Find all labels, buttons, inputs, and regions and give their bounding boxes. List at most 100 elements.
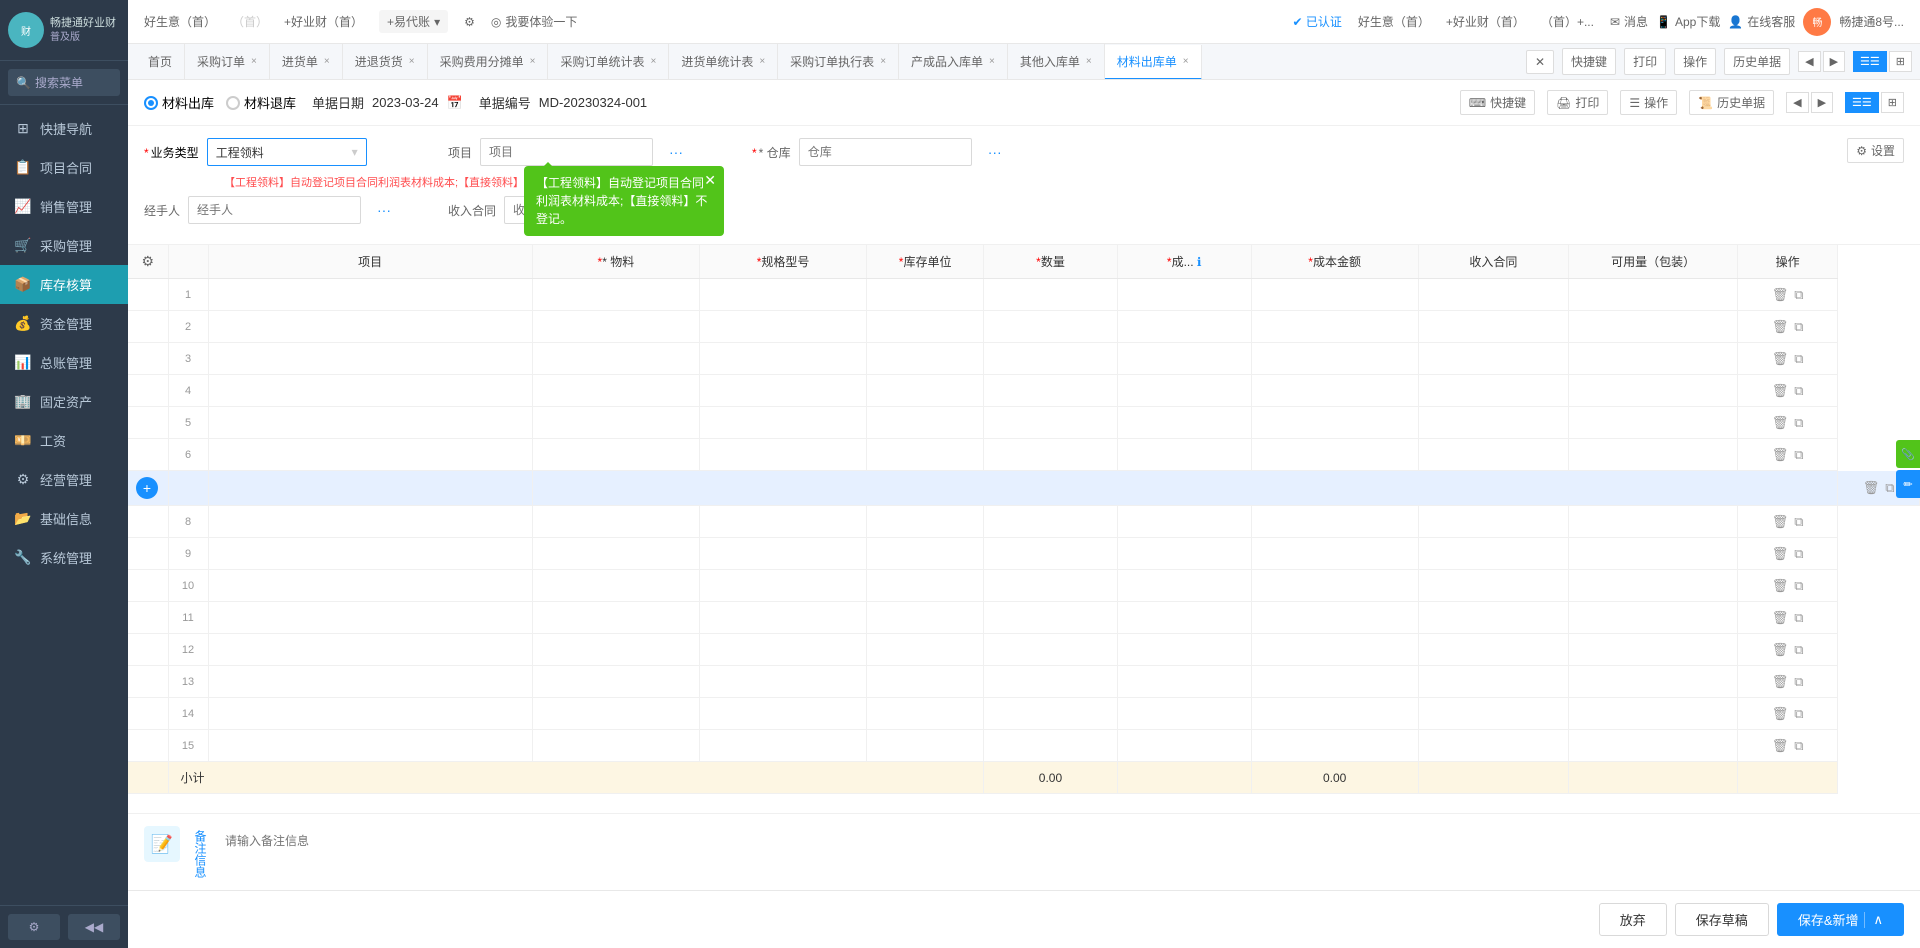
tab-purchase-fee[interactable]: 采购费用分摊单 × xyxy=(428,44,549,79)
row-delete-icon[interactable]: 🗑 xyxy=(1772,514,1789,530)
row-delete-icon[interactable]: 🗑 xyxy=(1772,706,1789,722)
topbar-right-nav2[interactable]: +好业财（首） xyxy=(1446,13,1525,30)
row-qty[interactable] xyxy=(984,439,1118,471)
cost-info-icon[interactable]: ℹ xyxy=(1197,255,1202,269)
sidebar-item-fixed-assets[interactable]: 🏢 固定资产 xyxy=(0,382,128,421)
tab-purchase-fee-close[interactable]: × xyxy=(530,56,536,67)
save-draft-button[interactable]: 保存草稿 xyxy=(1675,903,1769,936)
row-unit[interactable] xyxy=(867,375,984,407)
topbar-experience-btn[interactable]: ◎ 我要体验一下 xyxy=(491,13,578,30)
topbar-right-nav1[interactable]: 好生意（首） xyxy=(1358,13,1430,30)
row-available[interactable] xyxy=(1569,279,1738,311)
header-list-view-btn[interactable]: ☰☰ xyxy=(1845,92,1879,113)
row-copy-icon[interactable]: ⧉ xyxy=(1794,447,1803,463)
row-material[interactable] xyxy=(532,506,699,538)
sidebar-item-sales[interactable]: 📈 销售管理 xyxy=(0,187,128,226)
row-cost-amount[interactable] xyxy=(1251,570,1418,602)
prev-doc-btn[interactable]: ◀ xyxy=(1798,51,1820,72)
row-qty[interactable] xyxy=(984,634,1118,666)
row-unit[interactable] xyxy=(867,439,984,471)
col-header-settings[interactable]: ⚙ xyxy=(128,245,168,279)
username-label[interactable]: 畅捷通8号... xyxy=(1839,13,1904,30)
col-settings-gear-icon[interactable]: ⚙ xyxy=(141,253,154,269)
row-income[interactable] xyxy=(1418,311,1568,343)
row-cost[interactable] xyxy=(1117,634,1251,666)
row-spec[interactable] xyxy=(699,698,866,730)
table-container[interactable]: ⚙ 项目 ** 物料 *规格型号 xyxy=(128,245,1920,813)
row-cost[interactable] xyxy=(1117,439,1251,471)
row-delete-icon[interactable]: 🗑 xyxy=(1772,546,1789,562)
row-available[interactable] xyxy=(1569,570,1738,602)
user-avatar[interactable]: 畅 xyxy=(1803,8,1831,36)
row-cost[interactable] xyxy=(1117,311,1251,343)
tab-purchase-in-close[interactable]: × xyxy=(324,56,330,67)
operation-header-btn[interactable]: ☰ 操作 xyxy=(1620,90,1677,115)
row-spec[interactable] xyxy=(699,634,866,666)
row-unit[interactable] xyxy=(867,570,984,602)
row-available[interactable] xyxy=(1569,375,1738,407)
form-settings-btn[interactable]: ⚙ 保存&新增 设置 xyxy=(1847,138,1904,163)
project-input[interactable] xyxy=(480,138,653,166)
collapse-button[interactable]: ◀◀ xyxy=(68,914,120,940)
row-spec[interactable] xyxy=(699,538,866,570)
tab-other-in-close[interactable]: × xyxy=(1086,56,1092,67)
row-cost[interactable] xyxy=(1117,730,1251,762)
row-qty[interactable] xyxy=(984,407,1118,439)
calendar-icon[interactable]: 📅 xyxy=(447,95,463,111)
row-delete-icon[interactable]: 🗑 xyxy=(1772,610,1789,626)
right-panel-btn-1[interactable]: 📎 xyxy=(1896,440,1920,468)
history-btn[interactable]: 历史单据 xyxy=(1724,48,1790,75)
tab-purchase-order-close[interactable]: × xyxy=(251,56,257,67)
row-available[interactable] xyxy=(1569,666,1738,698)
row-project[interactable] xyxy=(208,506,532,538)
row-cost[interactable] xyxy=(1117,698,1251,730)
tab-other-in[interactable]: 其他入库单 × xyxy=(1008,44,1105,79)
row-project[interactable] xyxy=(208,407,532,439)
tooltip-close-btn[interactable]: ✕ xyxy=(704,170,716,191)
row-cost-amount[interactable] xyxy=(1251,730,1418,762)
add-row-delete-icon[interactable]: 🗑 xyxy=(1863,480,1880,496)
row-available[interactable] xyxy=(1569,407,1738,439)
row-unit[interactable] xyxy=(867,343,984,375)
quick-key-header-btn[interactable]: ⌨ 快捷键 xyxy=(1460,90,1535,115)
row-qty[interactable] xyxy=(984,506,1118,538)
row-available[interactable] xyxy=(1569,634,1738,666)
row-qty[interactable] xyxy=(984,570,1118,602)
row-cost-amount[interactable] xyxy=(1251,698,1418,730)
tab-finished-goods-close[interactable]: × xyxy=(989,56,995,67)
row-available[interactable] xyxy=(1569,730,1738,762)
sidebar-item-finance[interactable]: 💰 资金管理 xyxy=(0,304,128,343)
row-material[interactable] xyxy=(532,602,699,634)
tab-in-stats-close[interactable]: × xyxy=(759,56,765,67)
row-cost[interactable] xyxy=(1117,343,1251,375)
row-qty[interactable] xyxy=(984,311,1118,343)
row-available[interactable] xyxy=(1569,602,1738,634)
row-copy-icon[interactable]: ⧉ xyxy=(1794,674,1803,690)
handler-input[interactable] xyxy=(188,196,361,224)
row-unit[interactable] xyxy=(867,407,984,439)
header-card-view-btn[interactable]: ⊞ xyxy=(1881,92,1904,113)
row-delete-icon[interactable]: 🗑 xyxy=(1772,287,1789,303)
row-unit[interactable] xyxy=(867,698,984,730)
sidebar-item-quick-nav[interactable]: ⊞ 快捷导航 xyxy=(0,109,128,148)
row-income[interactable] xyxy=(1418,570,1568,602)
row-available[interactable] xyxy=(1569,538,1738,570)
row-delete-icon[interactable]: 🗑 xyxy=(1772,351,1789,367)
tab-purchase-return[interactable]: 进退货货 × xyxy=(343,44,428,79)
tab-purchase-exec-close[interactable]: × xyxy=(880,56,886,67)
add-row[interactable]: + 🗑⧉ xyxy=(128,471,1920,506)
row-qty[interactable] xyxy=(984,375,1118,407)
sidebar-item-basic-info[interactable]: 📂 基础信息 xyxy=(0,499,128,538)
card-view-btn[interactable]: ⊞ xyxy=(1889,51,1912,72)
doc-date-value[interactable]: 2023-03-24 xyxy=(372,95,439,110)
row-material[interactable] xyxy=(532,343,699,375)
row-unit[interactable] xyxy=(867,666,984,698)
close-all-tabs-btn[interactable]: ✕ xyxy=(1526,50,1554,74)
tab-purchase-stats[interactable]: 采购订单统计表 × xyxy=(548,44,669,79)
sidebar-item-inventory[interactable]: 📦 库存核算 xyxy=(0,265,128,304)
topbar-nav-haoyecai[interactable]: +好业财（首） xyxy=(284,13,363,30)
row-unit[interactable] xyxy=(867,506,984,538)
row-project[interactable] xyxy=(208,311,532,343)
row-available[interactable] xyxy=(1569,506,1738,538)
row-spec[interactable] xyxy=(699,407,866,439)
